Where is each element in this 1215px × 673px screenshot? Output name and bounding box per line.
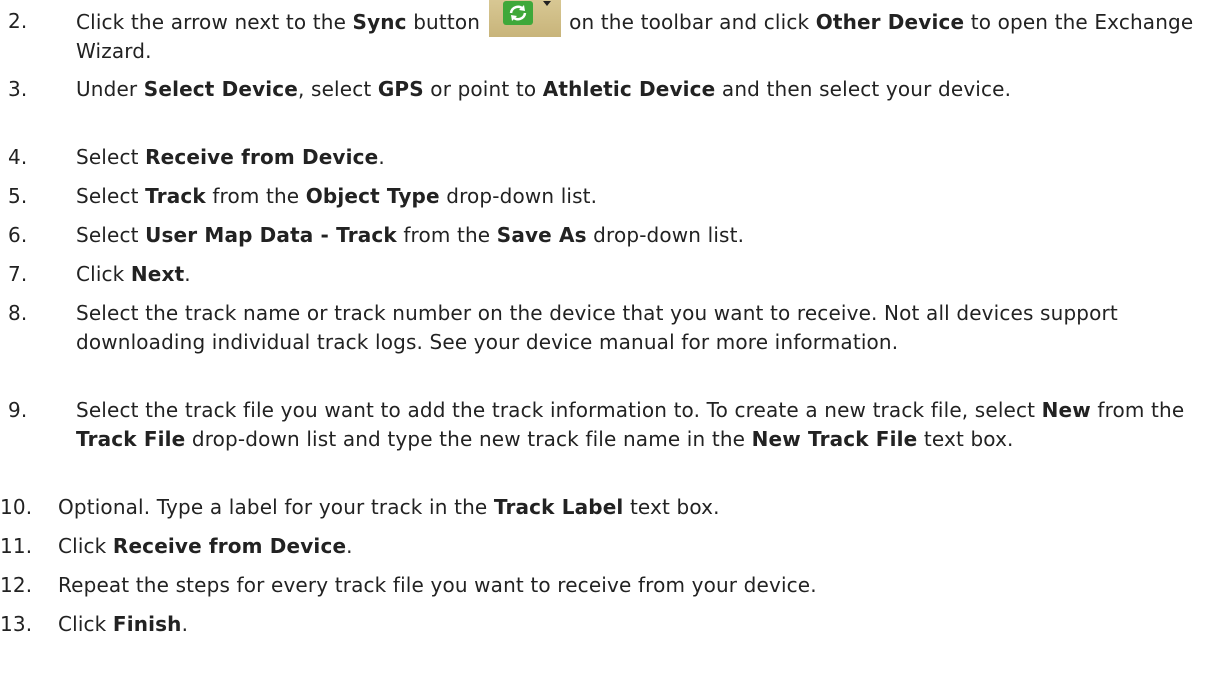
ui-term-new: New	[1041, 398, 1091, 422]
ui-term-track: Track	[145, 184, 206, 208]
ui-term-save-as: Save As	[496, 223, 587, 247]
text-run: Under	[76, 77, 144, 101]
ui-term-finish: Finish	[112, 612, 182, 636]
ui-term-receive-from-device: Receive from Device	[145, 145, 379, 169]
text-run: or point to	[423, 77, 543, 101]
step-number: 9.	[8, 398, 28, 422]
step-text: Select Track from the Object Type drop-d…	[76, 182, 1196, 211]
text-run: from the	[1090, 398, 1185, 422]
text-run: drop-down list and type the new track fi…	[185, 427, 752, 451]
text-run: Click	[58, 612, 113, 636]
ui-term-select-device: Select Device	[143, 77, 298, 101]
step-text: Click Receive from Device.	[58, 532, 1178, 561]
step-number: 7.	[8, 262, 28, 286]
step-number: 2.	[8, 9, 28, 33]
text-run: button	[406, 10, 487, 34]
ui-term-object-type: Object Type	[305, 184, 440, 208]
step-text: Select the track file you want to add th…	[76, 396, 1196, 454]
step-number: 4.	[8, 145, 28, 169]
sync-icon	[488, 0, 561, 37]
text-run: drop-down list.	[586, 223, 745, 247]
step-number: 11.	[0, 534, 33, 558]
text-run: and then select your device.	[715, 77, 1012, 101]
text-run: drop-down list.	[439, 184, 598, 208]
text-run: Optional. Type a label for your track in…	[58, 495, 494, 519]
ui-term-track-label: Track Label	[493, 495, 624, 519]
text-run: .	[184, 262, 191, 286]
step-text: Select the track name or track number on…	[76, 301, 1118, 354]
ui-term-next: Next	[130, 262, 185, 286]
step-text: Repeat the steps for every track file yo…	[58, 573, 817, 597]
step-number: 5.	[8, 184, 28, 208]
step-number: 13.	[0, 612, 33, 636]
ui-term-track-file: Track File	[76, 427, 186, 451]
text-run: , select	[298, 77, 378, 101]
text-run: on the toolbar and click	[562, 10, 816, 34]
step-text: Optional. Type a label for your track in…	[58, 493, 1178, 522]
step-number: 10.	[0, 495, 33, 519]
step-number: 3.	[8, 77, 28, 101]
step-text: Click the arrow next to the Sync button …	[76, 0, 1196, 66]
ui-term-athletic-device: Athletic Device	[542, 77, 716, 101]
help-page: 2. Click the arrow next to the Sync butt…	[0, 0, 1215, 673]
ui-term-user-map-data-track: User Map Data - Track	[145, 223, 397, 247]
text-run: text box.	[623, 495, 720, 519]
step-number: 6.	[8, 223, 28, 247]
ui-term-new-track-file: New Track File	[751, 427, 918, 451]
text-run: Select	[76, 145, 146, 169]
text-run: Click	[58, 534, 113, 558]
text-run: .	[346, 534, 353, 558]
step-text: Select Receive from Device.	[76, 143, 1196, 172]
ui-term-other-device: Other Device	[815, 10, 965, 34]
text-run: Select the track file you want to add th…	[76, 398, 1042, 422]
step-text: Under Select Device, select GPS or point…	[76, 75, 1196, 104]
ui-term-sync: Sync	[352, 10, 407, 34]
text-run: Select	[76, 223, 146, 247]
ui-term-gps: GPS	[377, 77, 424, 101]
text-run: text box.	[917, 427, 1014, 451]
text-run: from the	[205, 184, 306, 208]
text-run: Click	[76, 262, 131, 286]
text-run: Select	[76, 184, 146, 208]
text-run: .	[378, 145, 385, 169]
ui-term-receive-from-device: Receive from Device	[112, 534, 347, 558]
text-run: Click the arrow next to the	[76, 10, 353, 34]
step-text: Click Next.	[76, 260, 1196, 289]
step-text: Click Finish.	[58, 610, 1178, 639]
step-number: 12.	[0, 573, 33, 597]
step-text: Select User Map Data - Track from the Sa…	[76, 221, 1196, 250]
text-run: .	[181, 612, 189, 636]
step-number: 8.	[8, 301, 28, 325]
text-run: from the	[396, 223, 497, 247]
